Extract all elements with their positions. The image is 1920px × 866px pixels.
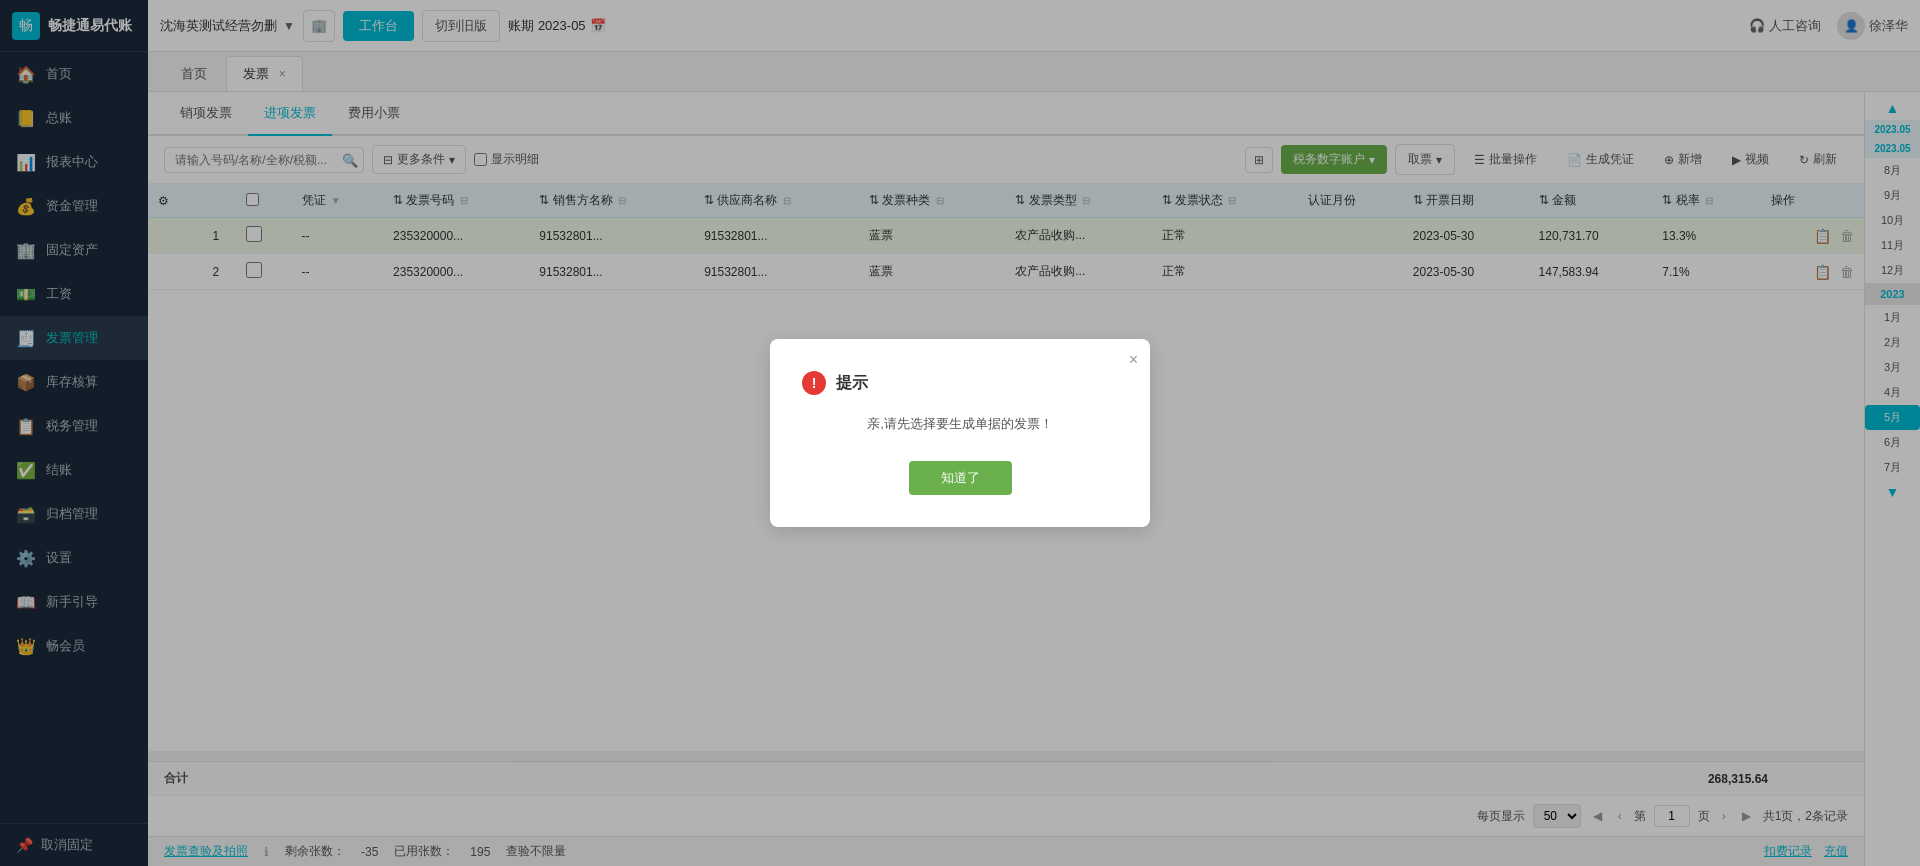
modal-footer: 知道了 (802, 461, 1118, 495)
modal-title-row: ! 提示 (802, 371, 1118, 395)
modal-overlay: × ! 提示 亲,请先选择要生成单据的发票！ 知道了 (0, 0, 1920, 866)
modal-dialog: × ! 提示 亲,请先选择要生成单据的发票！ 知道了 (770, 339, 1150, 527)
modal-message: 亲,请先选择要生成单据的发票！ (802, 415, 1118, 433)
modal-confirm-button[interactable]: 知道了 (909, 461, 1012, 495)
modal-close-icon[interactable]: × (1129, 351, 1138, 369)
warn-icon: ! (802, 371, 826, 395)
modal-title: 提示 (836, 373, 868, 394)
